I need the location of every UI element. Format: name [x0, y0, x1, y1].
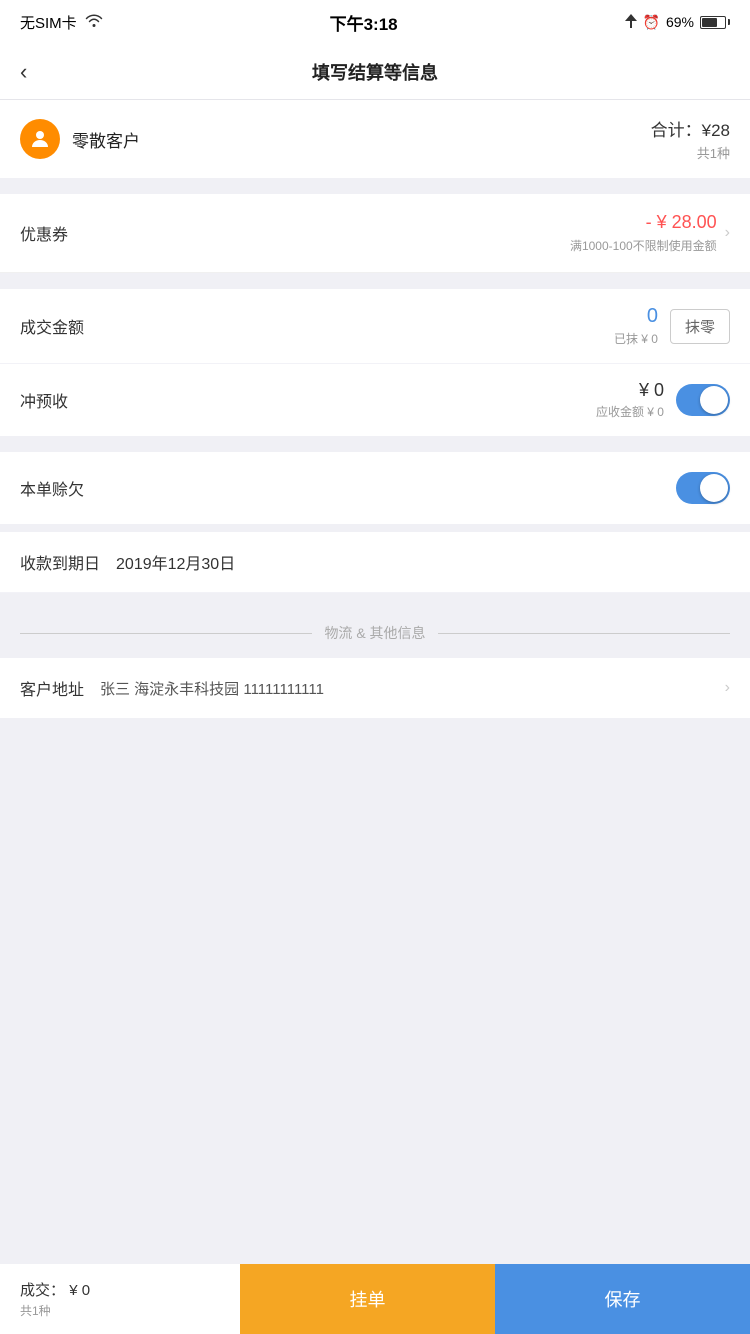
- bottom-deal-amount: 成交： ¥ 0: [20, 1279, 220, 1300]
- customer-right: 合计：¥28 共1种: [651, 116, 730, 162]
- credit-toggle[interactable]: [676, 472, 730, 504]
- due-date-label: 收款到期日: [20, 550, 100, 574]
- customer-name: 零散客户: [72, 127, 140, 152]
- header-line-left: [20, 633, 312, 634]
- status-bar: 无SIM卡 下午3:18 ⏰ 69%: [0, 0, 750, 44]
- coupon-amount: - ¥ 28.00: [570, 212, 717, 233]
- bottom-bar: 成交： ¥ 0 共1种 挂单 保存: [0, 1264, 750, 1334]
- round-button[interactable]: 抹零: [670, 309, 730, 344]
- coupon-right: - ¥ 28.00 满1000-100不限制使用金额 ›: [570, 212, 730, 254]
- logistics-header: 物流 & 其他信息: [0, 609, 750, 657]
- page-title: 填写结算等信息: [312, 59, 438, 85]
- hold-button[interactable]: 挂单: [240, 1264, 495, 1334]
- due-date-section: 收款到期日 2019年12月30日: [0, 532, 750, 593]
- customer-section: 零散客户 合计：¥28 共1种: [0, 100, 750, 178]
- coupon-section[interactable]: 优惠券 - ¥ 28.00 满1000-100不限制使用金额 ›: [0, 194, 750, 273]
- avatar: [20, 119, 60, 159]
- deal-amount: ¥ 0: [69, 1282, 90, 1299]
- total-amount: 合计：¥28: [651, 116, 730, 141]
- prepaid-amounts: ¥ 0 应收金额 ¥ 0: [596, 380, 664, 420]
- transaction-amount-row: 成交金额 0 已抹 ¥ 0 抹零: [0, 289, 750, 364]
- status-time: 下午3:18: [330, 10, 398, 35]
- battery-percent: 69%: [666, 14, 694, 30]
- nav-bar: ‹ 填写结算等信息: [0, 44, 750, 100]
- alarm-icon: ⏰: [643, 14, 660, 31]
- prepaid-row: 冲预收 ¥ 0 应收金额 ¥ 0: [0, 364, 750, 436]
- main-content: 零散客户 合计：¥28 共1种 优惠券 - ¥ 28.00 满1000-100不…: [0, 100, 750, 798]
- prepaid-toggle[interactable]: [676, 384, 730, 416]
- address-section[interactable]: 客户地址 张三 海淀永丰科技园 11111111111 ›: [0, 658, 750, 718]
- battery-bar: [700, 16, 730, 29]
- location-icon: [625, 14, 637, 31]
- status-right: ⏰ 69%: [625, 14, 730, 31]
- coupon-description: 满1000-100不限制使用金额: [570, 237, 717, 254]
- address-chevron-icon: ›: [725, 679, 730, 697]
- back-button[interactable]: ‹: [12, 51, 35, 93]
- status-left: 无SIM卡: [20, 12, 103, 33]
- transaction-right: 0 已抹 ¥ 0 抹零: [614, 305, 730, 347]
- credit-label: 本单赊欠: [20, 476, 84, 500]
- wifi-icon: [85, 13, 103, 31]
- due-date-value[interactable]: 2019年12月30日: [116, 550, 235, 574]
- header-line-right: [438, 633, 730, 634]
- receivable-amount: 应收金额 ¥ 0: [596, 403, 664, 420]
- transaction-section: 成交金额 0 已抹 ¥ 0 抹零 冲预收 ¥ 0 应收金额 ¥ 0: [0, 289, 750, 436]
- prepaid-label: 冲预收: [20, 388, 68, 412]
- save-button[interactable]: 保存: [495, 1264, 750, 1334]
- coupon-label: 优惠券: [20, 221, 68, 245]
- already-rounded: 已抹 ¥ 0: [614, 330, 658, 347]
- customer-left: 零散客户: [20, 119, 140, 159]
- deal-label: 成交：: [20, 1282, 65, 1299]
- prepaid-right: ¥ 0 应收金额 ¥ 0: [596, 380, 730, 420]
- logistics-header-text: 物流 & 其他信息: [324, 623, 425, 643]
- sim-text: 无SIM卡: [20, 12, 77, 33]
- chevron-right-icon: ›: [725, 224, 730, 242]
- transaction-value[interactable]: 0: [614, 305, 658, 328]
- bottom-count: 共1种: [20, 1302, 220, 1319]
- prepaid-amount: ¥ 0: [596, 380, 664, 401]
- address-value: 张三 海淀永丰科技园 11111111111: [100, 678, 721, 699]
- address-label: 客户地址: [20, 676, 84, 700]
- total-count: 共1种: [651, 143, 730, 162]
- credit-section: 本单赊欠: [0, 452, 750, 524]
- bottom-info: 成交： ¥ 0 共1种: [0, 1279, 240, 1319]
- transaction-label: 成交金额: [20, 314, 84, 338]
- amount-input-area: 0 已抹 ¥ 0: [614, 305, 658, 347]
